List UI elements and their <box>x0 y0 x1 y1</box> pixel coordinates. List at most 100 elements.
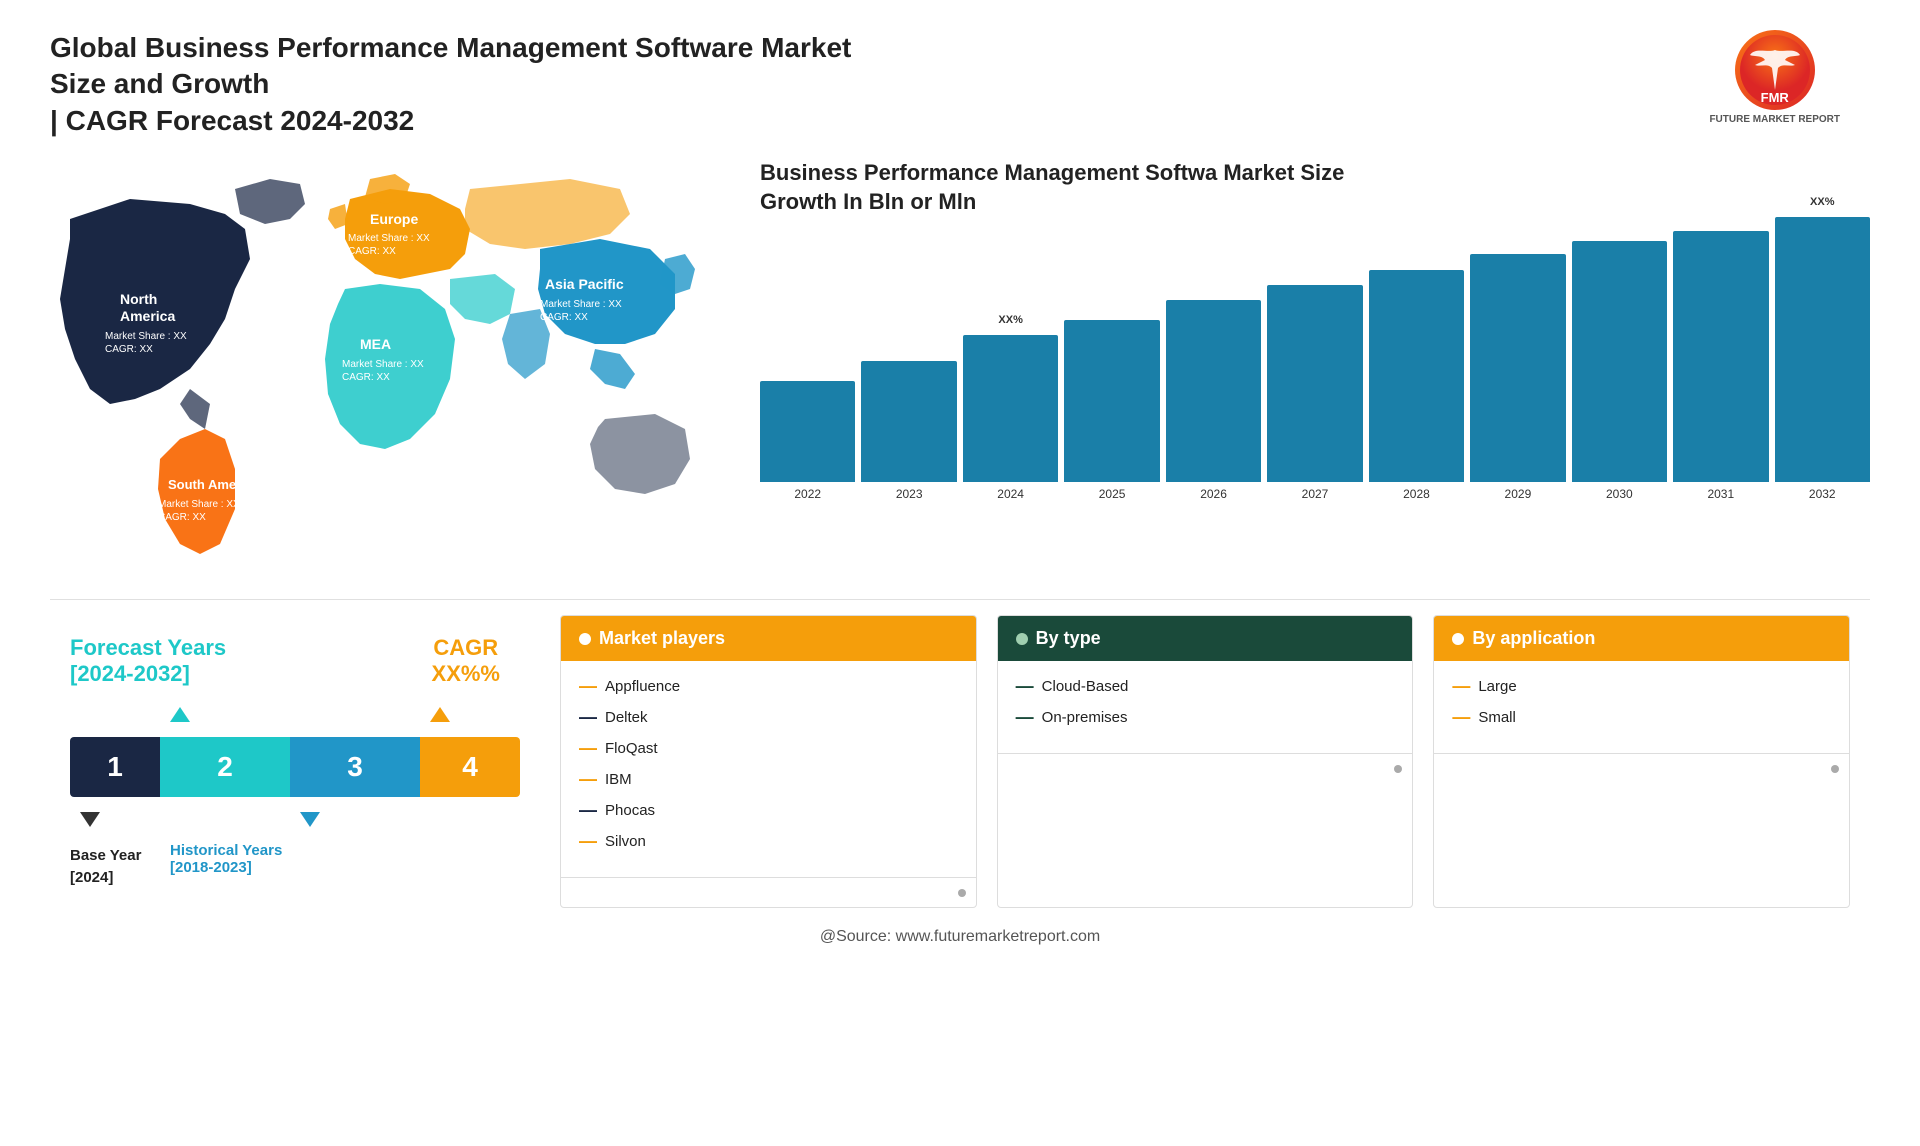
logo-circle: FMR <box>1735 30 1815 110</box>
card-footer-type <box>998 753 1413 783</box>
arrow-indicators-top <box>70 697 520 722</box>
market-players-card: Market players — Appfluence — Deltek — F… <box>560 615 977 908</box>
list-item: — Large <box>1452 676 1831 697</box>
dash-icon: — <box>579 676 597 697</box>
bar-group: 2029 <box>1470 233 1565 501</box>
svg-text:Asia Pacific: Asia Pacific <box>545 276 624 292</box>
bar <box>760 381 855 482</box>
svg-text:South America: South America <box>168 477 260 492</box>
dash-icon: — <box>579 769 597 790</box>
bar-top-label: XX% <box>998 314 1022 332</box>
dash-icon: — <box>1016 707 1034 728</box>
bar-year: 2025 <box>1099 487 1126 501</box>
corner-indicator <box>1394 765 1402 773</box>
bar-group: 2026 <box>1166 279 1261 501</box>
list-item: — Deltek <box>579 707 958 728</box>
market-players-body: — Appfluence — Deltek — FloQast — IBM <box>561 661 976 877</box>
bar-group: 2030 <box>1572 220 1667 501</box>
player-name: Appfluence <box>605 678 680 695</box>
dash-icon: — <box>1016 676 1034 697</box>
forecast-years-range: [2024-2032] <box>70 661 226 687</box>
chart-title: Business Performance Management Softwa M… <box>760 159 1360 216</box>
bar-year: 2023 <box>896 487 923 501</box>
card-footer-players <box>561 877 976 907</box>
market-players-title: Market players <box>599 628 725 649</box>
dash-icon: — <box>1452 676 1470 697</box>
arrow-indicators-bottom <box>70 812 520 837</box>
forecast-years-label: Forecast Years <box>70 635 226 661</box>
dash-icon: — <box>1452 707 1470 728</box>
bar-year: 2032 <box>1809 487 1836 501</box>
bar <box>1470 254 1565 482</box>
player-name: Silvon <box>605 833 646 850</box>
bar <box>861 361 956 482</box>
bar <box>1673 231 1768 482</box>
bar-year: 2022 <box>794 487 821 501</box>
svg-text:CAGR: XX: CAGR: XX <box>105 344 153 355</box>
app-name: Small <box>1478 709 1516 726</box>
list-item: — Small <box>1452 707 1831 728</box>
player-name: Deltek <box>605 709 648 726</box>
player-name: IBM <box>605 771 632 788</box>
bar <box>1572 241 1667 482</box>
bar <box>1775 217 1870 482</box>
card-footer-application <box>1434 753 1849 783</box>
list-item: — Cloud-Based <box>1016 676 1395 697</box>
bar-group: 2028 <box>1369 249 1464 501</box>
bar <box>1064 320 1159 482</box>
cagr-label: CAGR <box>432 635 500 661</box>
bar-group: 2027 <box>1267 264 1362 501</box>
corner-indicator <box>958 889 966 897</box>
chart-section: Business Performance Management Softwa M… <box>760 159 1870 579</box>
bar-group: 2023 <box>861 340 956 501</box>
by-application-body: — Large — Small <box>1434 661 1849 753</box>
bar-year: 2024 <box>997 487 1024 501</box>
dash-icon: — <box>579 738 597 759</box>
svg-text:CAGR: XX: CAGR: XX <box>540 312 588 323</box>
historical-range: [2018-2023] <box>170 859 282 876</box>
list-item: — On-premises <box>1016 707 1395 728</box>
svg-text:America: America <box>120 308 175 324</box>
card-dot-players <box>579 633 591 645</box>
segment-3: 3 <box>290 737 420 797</box>
svg-text:Market Share : XX: Market Share : XX <box>540 299 622 310</box>
player-name: FloQast <box>605 740 658 757</box>
bar <box>1166 300 1261 482</box>
main-content: North America Market Share : XX CAGR: XX… <box>50 159 1870 579</box>
separator <box>50 599 1870 600</box>
segment-2: 2 <box>160 737 290 797</box>
page-title: Global Business Performance Management S… <box>50 30 900 139</box>
svg-text:CAGR: XX: CAGR: XX <box>348 246 396 257</box>
svg-text:CAGR: XX: CAGR: XX <box>342 372 390 383</box>
logo-area: FMR FUTURE MARKET REPORT <box>1709 30 1840 125</box>
bar-year: 2026 <box>1200 487 1227 501</box>
bar-year: 2031 <box>1707 487 1734 501</box>
bottom-section: Forecast Years [2024-2032] CAGR XX%% <box>50 615 1870 908</box>
map-section: North America Market Share : XX CAGR: XX… <box>50 159 730 579</box>
list-item: — Silvon <box>579 831 958 852</box>
timeline-labels: Base Year [2024] Historical Years [2018-… <box>70 842 520 886</box>
bar-chart: 2022 2023 XX% 2024 2025 2026 202720282029 2030 2… <box>760 236 1870 536</box>
page-container: Global Business Performance Management S… <box>0 0 1920 1146</box>
bar-year: 2030 <box>1606 487 1633 501</box>
world-map-svg: North America Market Share : XX CAGR: XX… <box>50 159 730 559</box>
bar <box>1369 270 1464 482</box>
arrow-up-orange <box>430 707 450 722</box>
list-item: — FloQast <box>579 738 958 759</box>
type-name: Cloud-Based <box>1042 678 1129 695</box>
by-application-title: By application <box>1472 628 1595 649</box>
type-name: On-premises <box>1042 709 1128 726</box>
by-type-header: By type <box>998 616 1413 661</box>
base-year: [2024] <box>70 869 160 886</box>
bar-group: XX% 2024 <box>963 314 1058 501</box>
dash-icon: — <box>579 707 597 728</box>
dash-icon: — <box>579 831 597 852</box>
cagr-value: XX%% <box>432 661 500 687</box>
bar <box>963 335 1058 482</box>
bar-group: 2025 <box>1064 299 1159 501</box>
svg-text:Market Share : XX: Market Share : XX <box>105 331 187 342</box>
by-application-card: By application — Large — Small <box>1433 615 1850 908</box>
bar <box>1267 285 1362 482</box>
source-text: @Source: www.futuremarketreport.com <box>820 928 1100 945</box>
bar-group: 2022 <box>760 360 855 501</box>
